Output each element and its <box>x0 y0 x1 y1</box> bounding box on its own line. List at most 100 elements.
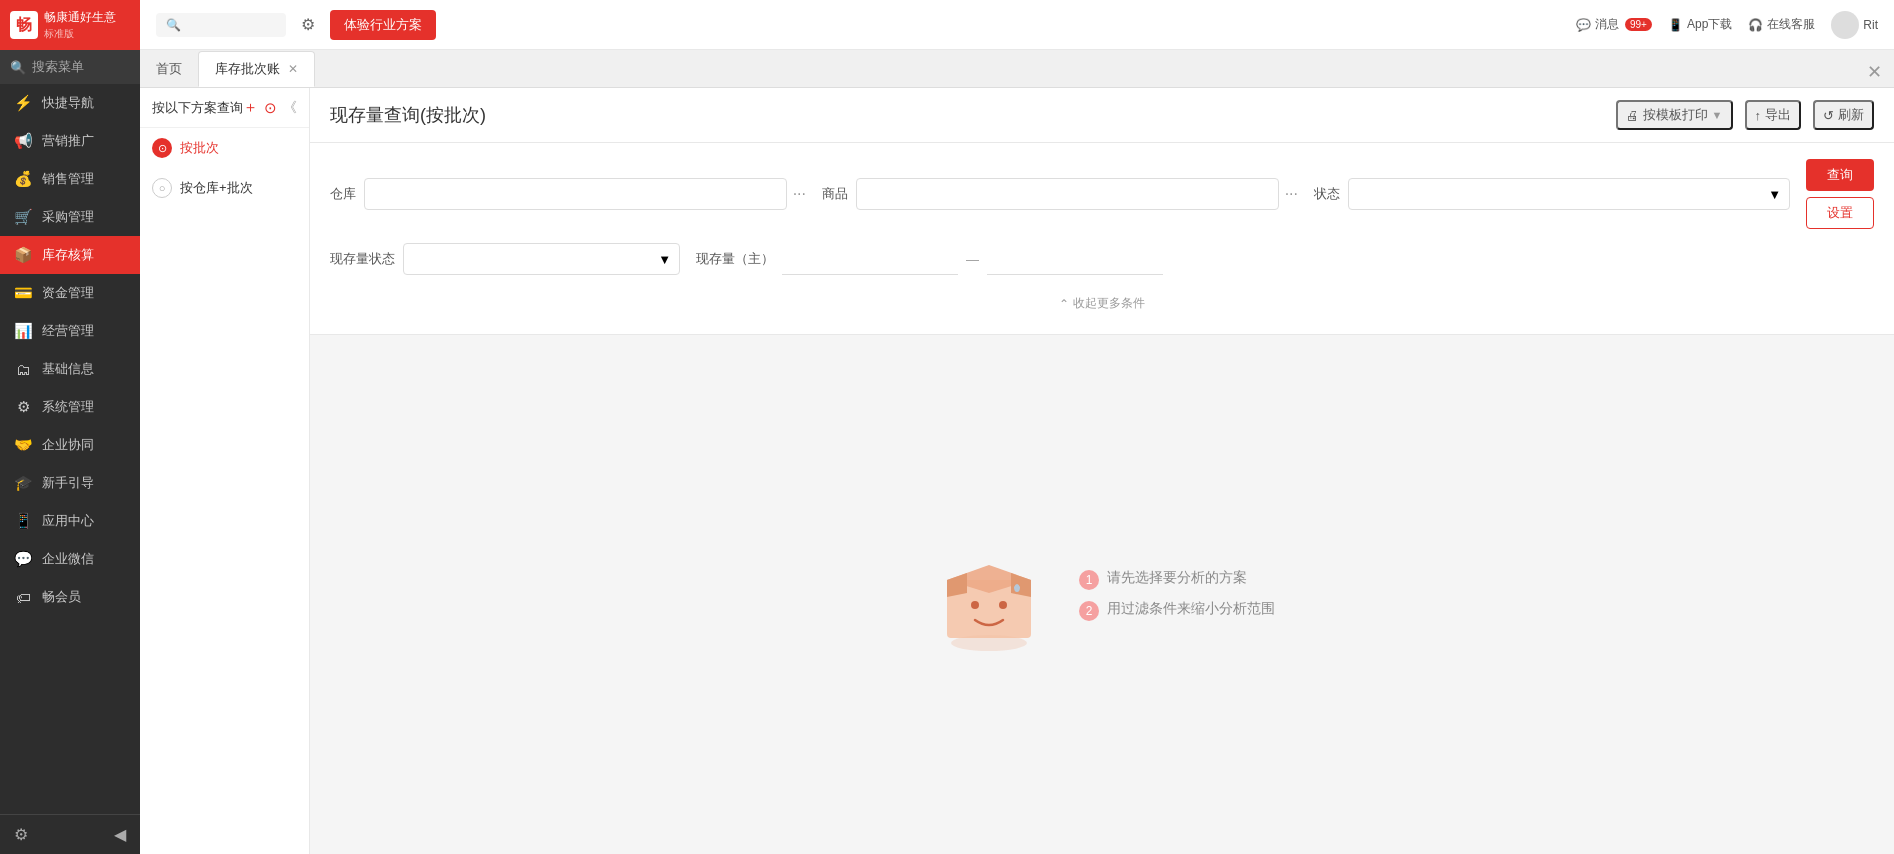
app-title: 畅康通好生意 <box>44 9 116 26</box>
left-panel-header: 按以下方案查询 ＋ ⊙ 《 <box>140 88 309 128</box>
empty-tip-1: 1 请先选择要分析的方案 <box>1079 569 1275 590</box>
export-btn[interactable]: ↑ 导出 <box>1745 100 1802 130</box>
sidebar-item-label: 采购管理 <box>42 208 94 226</box>
right-content: 现存量查询(按批次) 🖨 按模板打印 ▼ ↑ 导出 ↺ 刷新 <box>310 88 1894 854</box>
empty-tip-2-text: 用过滤条件来缩小分析范围 <box>1107 600 1275 618</box>
sidebar-item-member[interactable]: 🏷 畅会员 <box>0 578 140 616</box>
settings-icon[interactable]: ⚙ <box>14 825 28 844</box>
basic-icon: 🗂 <box>14 360 32 378</box>
sidebar-nav: ⚡ 快捷导航 📢 营销推广 💰 销售管理 🛒 采购管理 📦 库存核算 💳 资金管… <box>0 84 140 814</box>
app-download-action[interactable]: 📱 App下载 <box>1668 16 1732 33</box>
sidebar-item-marketing[interactable]: 📢 营销推广 <box>0 122 140 160</box>
sidebar-item-finance[interactable]: 💳 资金管理 <box>0 274 140 312</box>
sidebar-item-inventory[interactable]: 📦 库存核算 <box>0 236 140 274</box>
message-label: 消息 <box>1595 16 1619 33</box>
online-service-label: 在线客服 <box>1767 16 1815 33</box>
sidebar-item-operation[interactable]: 📊 经营管理 <box>0 312 140 350</box>
sidebar-item-label: 系统管理 <box>42 398 94 416</box>
warehouse-input[interactable] <box>364 178 787 210</box>
message-action[interactable]: 💬 消息 99+ <box>1576 16 1652 33</box>
topbar-search[interactable]: 🔍 <box>156 13 286 37</box>
purchase-icon: 🛒 <box>14 208 32 226</box>
plan-batch-label: 按批次 <box>180 139 219 157</box>
collapse-left-panel-icon[interactable]: 《 <box>283 99 297 117</box>
goods-input[interactable] <box>856 178 1279 210</box>
plan-batch-icon: ⊙ <box>152 138 172 158</box>
print-template-btn[interactable]: 🖨 按模板打印 ▼ <box>1616 100 1733 130</box>
search-icon: 🔍 <box>166 18 181 32</box>
sidebar-item-sales[interactable]: 💰 销售管理 <box>0 160 140 198</box>
empty-tip-2: 2 用过滤条件来缩小分析范围 <box>1079 600 1275 621</box>
print-template-label: 按模板打印 <box>1643 106 1708 124</box>
tab-close-icon[interactable]: ✕ <box>288 62 298 76</box>
sidebar-item-label: 销售管理 <box>42 170 94 188</box>
sidebar-search[interactable]: 🔍 搜索菜单 <box>0 50 140 84</box>
headset-icon: 🎧 <box>1748 18 1763 32</box>
sidebar-search-label: 搜索菜单 <box>32 58 84 76</box>
sidebar-item-label: 基础信息 <box>42 360 94 378</box>
inv-status-dropdown-icon: ▼ <box>658 252 671 267</box>
warehouse-label: 仓库 <box>330 185 356 203</box>
tip-num-1: 1 <box>1079 570 1099 590</box>
trial-btn[interactable]: 体验行业方案 <box>330 10 436 40</box>
left-panel: 按以下方案查询 ＋ ⊙ 《 ⊙ 按批次 ○ 按仓库+批次 <box>140 88 310 854</box>
sidebar-item-quick-nav[interactable]: ⚡ 快捷导航 <box>0 84 140 122</box>
sidebar-item-purchase[interactable]: 🛒 采购管理 <box>0 198 140 236</box>
refresh-label: 刷新 <box>1838 106 1864 124</box>
sidebar-item-system[interactable]: ⚙ 系统管理 <box>0 388 140 426</box>
empty-state: 1 请先选择要分析的方案 2 用过滤条件来缩小分析范围 <box>310 335 1894 854</box>
sidebar-item-label: 企业协同 <box>42 436 94 454</box>
status-label: 状态 <box>1314 185 1340 203</box>
inventory-main-start[interactable] <box>782 243 958 275</box>
tab-home[interactable]: 首页 <box>140 51 198 87</box>
inventory-main-field: 现存量（主） — <box>696 243 1096 275</box>
page-title: 现存量查询(按批次) <box>330 103 486 127</box>
plan-by-batch[interactable]: ⊙ 按批次 <box>140 128 309 168</box>
sidebar-item-app-center[interactable]: 📱 应用中心 <box>0 502 140 540</box>
sales-icon: 💰 <box>14 170 32 188</box>
refresh-btn[interactable]: ↺ 刷新 <box>1813 100 1874 130</box>
topbar-gear-icon[interactable]: ⚙ <box>294 11 322 39</box>
plan-warehouse-batch-label: 按仓库+批次 <box>180 179 253 197</box>
close-panel-icon[interactable]: ✕ <box>1863 57 1886 87</box>
add-plan-icon[interactable]: ＋ <box>243 98 258 117</box>
inventory-main-end[interactable] <box>987 243 1163 275</box>
message-icon: 💬 <box>1576 18 1591 32</box>
sidebar-item-guide[interactable]: 🎓 新手引导 <box>0 464 140 502</box>
empty-illustration <box>929 535 1049 655</box>
settings-btn[interactable]: 设置 <box>1806 197 1874 229</box>
guide-icon: 🎓 <box>14 474 32 492</box>
user-action[interactable]: Rit <box>1831 11 1878 39</box>
sidebar-bottom: ⚙ ◀ <box>0 814 140 854</box>
filter-area: 仓库 ··· 商品 ··· 状态 ▼ <box>310 143 1894 335</box>
operation-icon: 📊 <box>14 322 32 340</box>
plan-by-warehouse-batch[interactable]: ○ 按仓库+批次 <box>140 168 309 208</box>
status-select[interactable]: ▼ <box>1348 178 1790 210</box>
print-dropdown-icon: ▼ <box>1712 109 1723 121</box>
sidebar-item-wechat[interactable]: 💬 企业微信 <box>0 540 140 578</box>
goods-label: 商品 <box>822 185 848 203</box>
sidebar-item-enterprise[interactable]: 🤝 企业协同 <box>0 426 140 464</box>
online-service-action[interactable]: 🎧 在线客服 <box>1748 16 1815 33</box>
collapse-sidebar-icon[interactable]: ◀ <box>114 825 126 844</box>
warehouse-field: 仓库 ··· <box>330 178 806 210</box>
finance-icon: 💳 <box>14 284 32 302</box>
sidebar-item-basic[interactable]: 🗂 基础信息 <box>0 350 140 388</box>
inventory-status-select[interactable]: ▼ <box>403 243 680 275</box>
query-btn[interactable]: 查询 <box>1806 159 1874 191</box>
sidebar-item-label: 资金管理 <box>42 284 94 302</box>
tab-inventory-batch[interactable]: 库存批次账 ✕ <box>198 51 315 87</box>
goods-dots[interactable]: ··· <box>1285 185 1298 203</box>
svg-marker-4 <box>1011 573 1031 597</box>
collapse-more-btn[interactable]: ⌃ 收起更多条件 <box>330 289 1874 318</box>
svg-point-6 <box>999 601 1007 609</box>
empty-tip-1-text: 请先选择要分析的方案 <box>1107 569 1247 587</box>
tab-home-label: 首页 <box>156 60 182 78</box>
export-icon: ↑ <box>1755 108 1762 123</box>
topbar-right: 💬 消息 99+ 📱 App下载 🎧 在线客服 Rit <box>1576 11 1878 39</box>
sidebar-item-label: 库存核算 <box>42 246 94 264</box>
sidebar: 畅 畅康通好生意 标准版 🔍 搜索菜单 ⚡ 快捷导航 📢 营销推广 💰 销售管理… <box>0 0 140 854</box>
settings-plan-icon[interactable]: ⊙ <box>264 99 277 117</box>
warehouse-dots[interactable]: ··· <box>793 185 806 203</box>
app-logo: 畅 <box>10 11 38 39</box>
